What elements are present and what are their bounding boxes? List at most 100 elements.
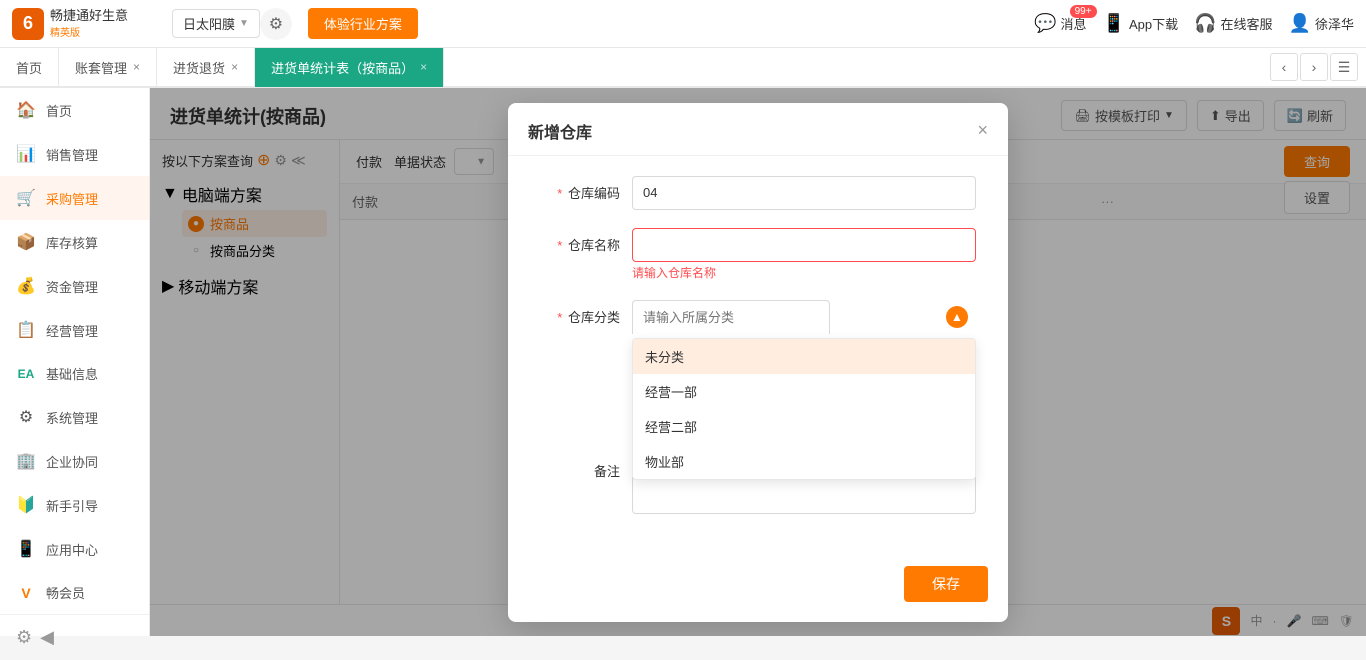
- modal-close-button[interactable]: ×: [977, 120, 988, 141]
- sidebar-item-basic[interactable]: EA 基础信息: [0, 352, 149, 395]
- headset-icon: 🎧: [1194, 13, 1216, 34]
- modal-header: 新增仓库 ×: [508, 103, 1008, 156]
- sidebar-item-operation[interactable]: 📋 经营管理: [0, 308, 149, 352]
- home-icon: 🏠: [16, 100, 36, 120]
- store-arrow-icon: ▼: [239, 18, 249, 29]
- sidebar-item-sales[interactable]: 📊 销售管理: [0, 132, 149, 176]
- tab-purchase-return-close[interactable]: ×: [231, 60, 238, 74]
- modal-overlay: 新增仓库 × * 仓库编码: [150, 88, 1366, 636]
- sidebar-label-sales: 销售管理: [46, 145, 98, 164]
- logo-icon: 6: [12, 8, 44, 40]
- app-download-area[interactable]: 📱 App下载: [1103, 13, 1179, 34]
- sidebar-label-appcenter: 应用中心: [46, 540, 98, 559]
- tab-accounts[interactable]: 账套管理 ×: [59, 47, 157, 87]
- sidebar-item-stock[interactable]: 📦 库存核算: [0, 220, 149, 264]
- sidebar-label-collab: 企业协同: [46, 452, 98, 471]
- name-field-row: * 仓库名称 请输入仓库名称: [540, 228, 976, 282]
- modal-title: 新增仓库: [528, 119, 592, 143]
- name-input[interactable]: [632, 228, 976, 262]
- finance-icon: 💰: [16, 276, 36, 296]
- gear-icon: ⚙: [269, 14, 283, 34]
- appcenter-icon: 📱: [16, 539, 36, 559]
- system-icon: ⚙: [16, 407, 36, 427]
- gear-button[interactable]: ⚙: [260, 8, 292, 40]
- sidebar-item-vip[interactable]: V 畅会员: [0, 571, 149, 614]
- sidebar-item-home[interactable]: 🏠 首页: [0, 88, 149, 132]
- dropdown-item-dept2[interactable]: 经营二部: [633, 409, 975, 444]
- sidebar-label-newbie: 新手引导: [46, 496, 98, 515]
- dropdown-item-unclassified[interactable]: 未分类: [633, 339, 975, 374]
- category-label: * 仓库分类: [540, 300, 620, 326]
- new-warehouse-modal: 新增仓库 × * 仓库编码: [508, 103, 1008, 622]
- sidebar-item-system[interactable]: ⚙ 系统管理: [0, 395, 149, 439]
- save-button[interactable]: 保存: [904, 566, 988, 602]
- tab-prev-btn[interactable]: ‹: [1270, 53, 1298, 81]
- vip-icon: V: [16, 585, 36, 601]
- sales-icon: 📊: [16, 144, 36, 164]
- app-label: App下载: [1129, 14, 1178, 33]
- sidebar-label-vip: 畅会员: [46, 583, 85, 602]
- tab-home[interactable]: 首页: [0, 47, 59, 87]
- sidebar-label-operation: 经营管理: [46, 321, 98, 340]
- category-field-row: * 仓库分类 ▲ 未分类 经: [540, 300, 976, 334]
- top-bar: 6 畅捷通好生意 精英版 日太阳膜 ▼ ⚙ 体验行业方案 💬 消息 99+ 📱 …: [0, 0, 1366, 48]
- sidebar-item-purchase[interactable]: 🛒 采购管理: [0, 176, 149, 220]
- sidebar-label-stock: 库存核算: [46, 233, 98, 252]
- username: 徐泽华: [1315, 14, 1354, 33]
- tab-purchase-stat-label: 进货单统计表（按商品）: [271, 58, 414, 77]
- dropdown-item-dept1[interactable]: 经营一部: [633, 374, 975, 409]
- tab-next-btn[interactable]: ›: [1300, 53, 1328, 81]
- tab-purchase-stat[interactable]: 进货单统计表（按商品） ×: [255, 47, 444, 87]
- tab-home-label: 首页: [16, 58, 42, 77]
- sidebar-item-finance[interactable]: 💰 资金管理: [0, 264, 149, 308]
- sidebar-item-collab[interactable]: 🏢 企业协同: [0, 439, 149, 483]
- sidebar-item-appcenter[interactable]: 📱 应用中心: [0, 527, 149, 571]
- category-input[interactable]: [632, 300, 830, 334]
- name-label: * 仓库名称: [540, 228, 620, 262]
- purchase-icon: 🛒: [16, 188, 36, 208]
- main-layout: 🏠 首页 📊 销售管理 🛒 采购管理 📦 库存核算 💰 资金管理 📋 经营管理 …: [0, 88, 1366, 636]
- category-toggle-button[interactable]: ▲: [946, 306, 968, 328]
- code-field-row: * 仓库编码: [540, 176, 976, 210]
- sidebar-bottom: ⚙ ◀: [0, 614, 149, 660]
- tab-purchase-return[interactable]: 进货退货 ×: [157, 47, 255, 87]
- tab-purchase-return-label: 进货退货: [173, 58, 225, 77]
- sidebar-label-system: 系统管理: [46, 408, 98, 427]
- category-dropdown: 未分类 经营一部 经营二部 物业部: [632, 338, 976, 480]
- modal-footer: 保存: [508, 556, 1008, 622]
- service-area[interactable]: 🎧 在线客服: [1194, 13, 1272, 34]
- service-label: 在线客服: [1221, 14, 1273, 33]
- sidebar-label-finance: 资金管理: [46, 277, 98, 296]
- category-select-wrap: ▲ 未分类 经营一部 经营二部: [632, 300, 976, 334]
- code-input[interactable]: [632, 176, 976, 210]
- store-selector[interactable]: 日太阳膜 ▼: [172, 9, 260, 38]
- sidebar-item-newbie[interactable]: 🔰 新手引导: [0, 483, 149, 527]
- tab-accounts-label: 账套管理: [75, 58, 127, 77]
- trial-button[interactable]: 体验行业方案: [308, 8, 418, 39]
- stock-icon: 📦: [16, 232, 36, 252]
- brand-sub: 精英版: [50, 24, 128, 39]
- code-label: * 仓库编码: [540, 176, 620, 202]
- user-area[interactable]: 👤 徐泽华: [1289, 13, 1354, 34]
- dropdown-item-dept3[interactable]: 物业部: [633, 444, 975, 479]
- name-error-msg: 请输入仓库名称: [632, 266, 716, 280]
- tab-accounts-close[interactable]: ×: [133, 60, 140, 74]
- phone-icon: 📱: [1103, 13, 1125, 34]
- settings-icon[interactable]: ⚙: [16, 627, 32, 648]
- basic-icon: EA: [16, 367, 36, 381]
- store-name: 日太阳膜: [183, 14, 235, 33]
- top-right: 💬 消息 99+ 📱 App下载 🎧 在线客服 👤 徐泽华: [1034, 13, 1354, 34]
- message-icon: 💬: [1034, 13, 1056, 34]
- tab-menu-btn[interactable]: ☰: [1330, 53, 1358, 81]
- remark-label: 备注: [540, 454, 620, 480]
- message-area[interactable]: 💬 消息 99+: [1034, 13, 1086, 34]
- collab-icon: 🏢: [16, 451, 36, 471]
- newbie-icon: 🔰: [16, 495, 36, 515]
- sidebar-label-home: 首页: [46, 101, 72, 120]
- tab-right-controls: ‹ › ☰: [1270, 53, 1366, 81]
- sidebar-label-basic: 基础信息: [46, 364, 98, 383]
- content-area: 进货单统计(按商品) 🖨 按模板打印 ▼ ⬆ 导出 🔄 刷新: [150, 88, 1366, 636]
- message-badge: 99+: [1070, 5, 1097, 18]
- tab-purchase-stat-close[interactable]: ×: [420, 60, 427, 74]
- sidebar-collapse-icon[interactable]: ◀: [40, 627, 54, 648]
